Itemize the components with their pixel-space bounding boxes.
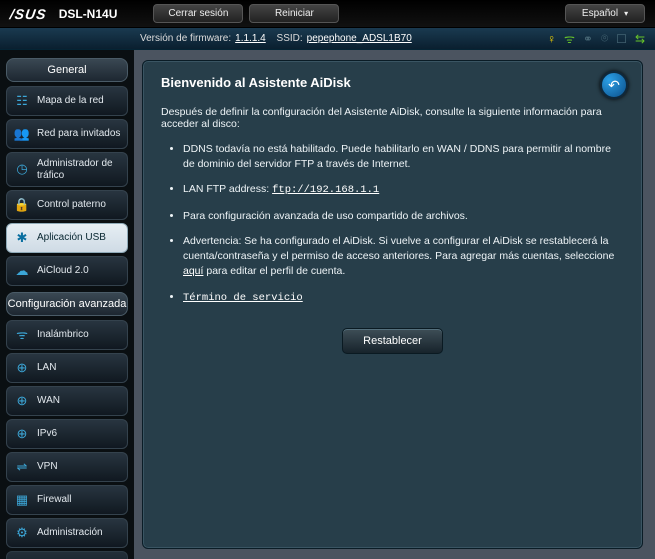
sidebar-item-label: LAN bbox=[37, 362, 56, 374]
users-icon[interactable]: ⚭ bbox=[583, 32, 593, 46]
reset-button[interactable]: Restablecer bbox=[342, 328, 443, 354]
bulb-icon[interactable]: ♀ bbox=[547, 32, 556, 46]
sidebar-item-wireless[interactable]: ᯤ Inalámbrico bbox=[6, 320, 128, 350]
back-button[interactable]: ↶ bbox=[600, 71, 628, 99]
ssid-label: SSID: bbox=[277, 33, 303, 44]
usb-icon[interactable]: ⌾ bbox=[601, 31, 608, 46]
ftp-link[interactable]: ftp://192.168.1.1 bbox=[272, 184, 379, 196]
sidebar-item-label: Red para invitados bbox=[37, 128, 120, 140]
here-link[interactable]: aquí bbox=[183, 265, 203, 277]
sidebar-item-parental-control[interactable]: 🔒 Control paterno bbox=[6, 190, 128, 220]
info-item-advanced-share: Para configuración avanzada de uso compa… bbox=[183, 209, 624, 224]
sidebar-item-guest-network[interactable]: 👥 Red para invitados bbox=[6, 119, 128, 149]
sidebar-item-label: Inalámbrico bbox=[37, 329, 89, 341]
vpn-icon: ⇌ bbox=[13, 458, 31, 476]
main-panel: ↶ Bienvenido al Asistente AiDisk Después… bbox=[142, 60, 643, 549]
sidebar-item-lan[interactable]: ⊕ LAN bbox=[6, 353, 128, 383]
model-name: DSL-N14U bbox=[59, 7, 118, 21]
info-item-tos: Término de servicio bbox=[183, 290, 624, 306]
sidebar-item-traffic-manager[interactable]: ◷ Administrador de tráfico bbox=[6, 152, 128, 187]
sidebar-item-usb-app[interactable]: ✱ Aplicación USB bbox=[6, 223, 128, 253]
sidebar-item-wan[interactable]: ⊕ WAN bbox=[6, 386, 128, 416]
firmware-label: Versión de firmware: bbox=[140, 33, 231, 44]
warning-text-b: para editar el perfil de cuenta. bbox=[203, 265, 345, 277]
lock-icon: 🔒 bbox=[13, 196, 31, 214]
guest-network-icon: 👥 bbox=[13, 125, 31, 143]
sidebar-item-label: Control paterno bbox=[37, 199, 106, 211]
ftp-label: LAN FTP address: bbox=[183, 183, 272, 195]
sidebar-item-log[interactable]: ≣ Registro del bbox=[6, 551, 128, 559]
sidebar-item-label: Administración bbox=[37, 527, 103, 539]
logout-button[interactable]: Cerrar sesión bbox=[153, 4, 243, 23]
sidebar-item-label: VPN bbox=[37, 461, 58, 473]
info-list: DDNS todavía no está habilitado. Puede h… bbox=[161, 142, 624, 306]
ssid-value-link[interactable]: pepephone_ADSL1B70 bbox=[307, 33, 412, 44]
info-item-ddns: DDNS todavía no está habilitado. Puede h… bbox=[183, 142, 624, 172]
sidebar-item-label: IPv6 bbox=[37, 428, 57, 440]
sidebar-item-label: AiCloud 2.0 bbox=[37, 265, 89, 277]
bot-icon[interactable]: ☐ bbox=[616, 32, 627, 46]
sidebar-section-advanced: Configuración avanzada bbox=[6, 292, 128, 316]
sidebar-item-firewall[interactable]: ▦ Firewall bbox=[6, 485, 128, 515]
sidebar-item-ipv6[interactable]: ⊕ IPv6 bbox=[6, 419, 128, 449]
firmware-version-link[interactable]: 1.1.1.4 bbox=[235, 33, 266, 44]
network-map-icon: ☷ bbox=[13, 92, 31, 110]
network-icon[interactable]: ⇆ bbox=[635, 32, 645, 46]
status-bar: Versión de firmware: 1.1.1.4 SSID: pepep… bbox=[0, 28, 655, 50]
wifi-icon[interactable]: ᯤ bbox=[564, 30, 575, 47]
ipv6-icon: ⊕ bbox=[13, 425, 31, 443]
cloud-icon: ☁ bbox=[13, 262, 31, 280]
panel-intro: Después de definir la configuración del … bbox=[161, 106, 624, 130]
firewall-icon: ▦ bbox=[13, 491, 31, 509]
sidebar-item-vpn[interactable]: ⇌ VPN bbox=[6, 452, 128, 482]
sidebar-item-network-map[interactable]: ☷ Mapa de la red bbox=[6, 86, 128, 116]
topbar: /SUS DSL-N14U Cerrar sesión Reiniciar Es… bbox=[0, 0, 655, 28]
brand-logo: /SUS bbox=[9, 6, 54, 22]
gear-icon: ✱ bbox=[13, 229, 31, 247]
wireless-icon: ᯤ bbox=[13, 326, 31, 344]
sidebar-item-label: Mapa de la red bbox=[37, 95, 104, 107]
sidebar-section-general: General bbox=[6, 58, 128, 82]
traffic-manager-icon: ◷ bbox=[13, 161, 31, 179]
info-item-ftp: LAN FTP address: ftp://192.168.1.1 bbox=[183, 182, 624, 198]
panel-title: Bienvenido al Asistente AiDisk bbox=[161, 75, 624, 90]
sidebar-item-label: Firewall bbox=[37, 494, 71, 506]
sidebar-item-aicloud[interactable]: ☁ AiCloud 2.0 bbox=[6, 256, 128, 286]
lan-icon: ⊕ bbox=[13, 359, 31, 377]
sidebar: General ☷ Mapa de la red 👥 Red para invi… bbox=[0, 50, 134, 559]
sidebar-item-label: WAN bbox=[37, 395, 60, 407]
status-icons: ♀ ᯤ ⚭ ⌾ ☐ ⇆ bbox=[547, 30, 645, 47]
sidebar-item-label: Aplicación USB bbox=[37, 232, 106, 244]
admin-icon: ⚙ bbox=[13, 524, 31, 542]
tos-link[interactable]: Término de servicio bbox=[183, 292, 303, 304]
warning-text-a: Advertencia: Se ha configurado el AiDisk… bbox=[183, 235, 614, 262]
info-item-warning: Advertencia: Se ha configurado el AiDisk… bbox=[183, 234, 624, 280]
reboot-button[interactable]: Reiniciar bbox=[249, 4, 339, 23]
wan-icon: ⊕ bbox=[13, 392, 31, 410]
sidebar-item-administration[interactable]: ⚙ Administración bbox=[6, 518, 128, 548]
back-arrow-icon: ↶ bbox=[608, 77, 620, 94]
sidebar-item-label: Administrador de tráfico bbox=[37, 158, 121, 181]
language-select[interactable]: Español bbox=[565, 4, 645, 23]
